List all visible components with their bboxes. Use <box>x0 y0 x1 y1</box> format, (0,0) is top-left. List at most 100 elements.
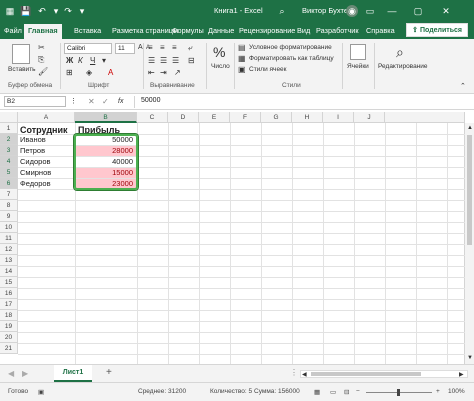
cell-name[interactable]: Сидоров <box>20 156 50 167</box>
cells-icon[interactable] <box>350 44 366 60</box>
align-top-icon[interactable]: ≡ <box>148 43 153 53</box>
select-all-corner[interactable] <box>0 112 18 123</box>
cells-button[interactable]: Ячейки <box>347 63 369 70</box>
row-header[interactable]: 18 <box>0 310 18 321</box>
italic-icon[interactable]: К <box>78 56 83 66</box>
tab-help[interactable]: Справка <box>366 26 395 35</box>
column-header-b[interactable]: B <box>75 112 137 123</box>
copy-icon[interactable]: ⎘ <box>38 55 44 65</box>
row-header[interactable]: 12 <box>0 244 18 255</box>
sheet-bar-splitter-icon[interactable]: ⋮ <box>290 368 298 378</box>
maximize-icon[interactable]: ▢ <box>412 5 424 17</box>
sheet-tab-list1[interactable]: Лист1 <box>54 365 92 382</box>
tab-developer[interactable]: Разработчик <box>316 26 359 35</box>
tab-home[interactable]: Главная <box>24 24 62 39</box>
redo-icon[interactable]: ↷ <box>62 5 74 17</box>
tab-review[interactable]: Рецензирование <box>239 26 295 35</box>
status-average[interactable]: Среднее: 31200 <box>138 388 186 395</box>
horizontal-scroll-thumb[interactable] <box>311 372 421 376</box>
close-icon[interactable]: ✕ <box>440 5 452 17</box>
name-box[interactable]: B2 <box>4 96 66 107</box>
add-sheet-icon[interactable]: + <box>106 368 112 378</box>
undo-icon[interactable]: ↶ <box>36 5 48 17</box>
row-header[interactable]: 17 <box>0 299 18 310</box>
avatar[interactable]: ◉ <box>346 5 358 17</box>
font-size-select[interactable]: 11 <box>115 43 135 54</box>
bold-icon[interactable]: Ж <box>66 56 73 66</box>
align-right-icon[interactable]: ☰ <box>172 56 179 66</box>
ribbon-display-icon[interactable]: ▭ <box>364 5 376 17</box>
borders-icon[interactable]: ⊞ <box>66 68 73 78</box>
zoom-slider[interactable] <box>366 389 432 396</box>
row-header[interactable]: 16 <box>0 288 18 299</box>
decrease-indent-icon[interactable]: ⇤ <box>148 68 155 78</box>
row-header[interactable]: 7 <box>0 189 18 200</box>
align-middle-icon[interactable]: ≡ <box>160 43 165 53</box>
cut-icon[interactable]: ✂ <box>38 43 45 53</box>
increase-font-icon[interactable]: A <box>138 43 143 53</box>
insert-function-icon[interactable]: fx <box>118 97 123 107</box>
tab-formulas[interactable]: Формулы <box>172 26 204 35</box>
font-color-icon[interactable]: A <box>108 68 113 78</box>
row-header[interactable]: 3 <box>0 145 18 156</box>
row-header[interactable]: 2 <box>0 134 18 145</box>
cell-name[interactable]: Петров <box>20 145 45 156</box>
find-icon[interactable]: ⌕ <box>396 44 404 60</box>
status-sum[interactable]: Сумма: 156000 <box>254 388 300 395</box>
accessibility-icon[interactable]: ▣ <box>38 388 44 396</box>
scroll-up-icon[interactable]: ▲ <box>467 123 473 133</box>
column-header-a[interactable]: A <box>18 112 75 123</box>
name-box-more-icon[interactable]: ⋮ <box>70 97 77 107</box>
column-header-h[interactable]: H <box>292 112 323 123</box>
row-header[interactable]: 4 <box>0 156 18 167</box>
save-icon[interactable]: 💾 <box>20 5 32 17</box>
tab-file[interactable]: Файл <box>4 26 22 35</box>
formula-input[interactable]: 50000 <box>134 96 470 108</box>
column-header-f[interactable]: F <box>230 112 261 123</box>
paste-button[interactable]: Вставить <box>8 66 36 73</box>
cancel-icon[interactable]: ✕ <box>88 97 95 107</box>
vertical-scrollbar[interactable]: ▲ ▼ <box>465 123 474 364</box>
scroll-down-icon[interactable]: ▼ <box>467 353 473 363</box>
cell-name[interactable]: Иванов <box>20 134 46 145</box>
increase-indent-icon[interactable]: ⇥ <box>160 68 167 78</box>
row-header[interactable]: 14 <box>0 266 18 277</box>
fill-color-icon[interactable]: ◈ <box>86 68 92 78</box>
font-name-select[interactable]: Calibri <box>64 43 112 54</box>
row-header[interactable]: 9 <box>0 211 18 222</box>
row-header[interactable]: 15 <box>0 277 18 288</box>
number-button[interactable]: Число <box>211 63 230 70</box>
next-sheet-icon[interactable]: ▶ <box>22 369 28 379</box>
zoom-slider-thumb[interactable] <box>397 389 400 396</box>
tab-page-layout[interactable]: Разметка страницы <box>112 26 178 35</box>
format-painter-icon[interactable]: 🖌 <box>38 67 48 77</box>
enter-icon[interactable]: ✓ <box>102 97 109 107</box>
zoom-in-icon[interactable]: + <box>436 388 440 395</box>
column-header-g[interactable]: G <box>261 112 292 123</box>
column-header-j[interactable]: J <box>354 112 385 123</box>
column-header-i[interactable]: I <box>323 112 354 123</box>
scroll-right-icon[interactable]: ▶ <box>459 370 464 380</box>
paste-icon[interactable] <box>12 44 30 64</box>
row-header[interactable]: 6 <box>0 178 18 189</box>
row-header[interactable]: 10 <box>0 222 18 233</box>
minimize-icon[interactable]: — <box>386 5 398 17</box>
wrap-text-icon[interactable]: ⤶ <box>188 43 192 53</box>
status-count[interactable]: Количество: 5 <box>210 388 252 395</box>
scroll-left-icon[interactable]: ◀ <box>302 370 307 380</box>
tab-view[interactable]: Вид <box>297 26 310 35</box>
merge-cells-icon[interactable]: ⊟ <box>188 56 195 66</box>
row-header[interactable]: 21 <box>0 343 18 354</box>
tab-data[interactable]: Данные <box>208 26 234 35</box>
underline-icon[interactable]: Ч <box>90 56 95 66</box>
cell-styles-button[interactable]: Стили ячеек <box>249 66 287 73</box>
row-header[interactable]: 13 <box>0 255 18 266</box>
vertical-scroll-thumb[interactable] <box>467 135 472 245</box>
editing-button[interactable]: Редактирование <box>378 63 428 70</box>
row-header[interactable]: 20 <box>0 332 18 343</box>
conditional-format-button[interactable]: Условное форматирование <box>249 44 332 51</box>
row-header[interactable]: 1 <box>0 123 18 134</box>
column-header-c[interactable]: C <box>137 112 168 123</box>
page-break-view-icon[interactable]: ⊟ <box>344 388 349 396</box>
share-button[interactable]: ⇪ Поделиться <box>406 23 468 37</box>
